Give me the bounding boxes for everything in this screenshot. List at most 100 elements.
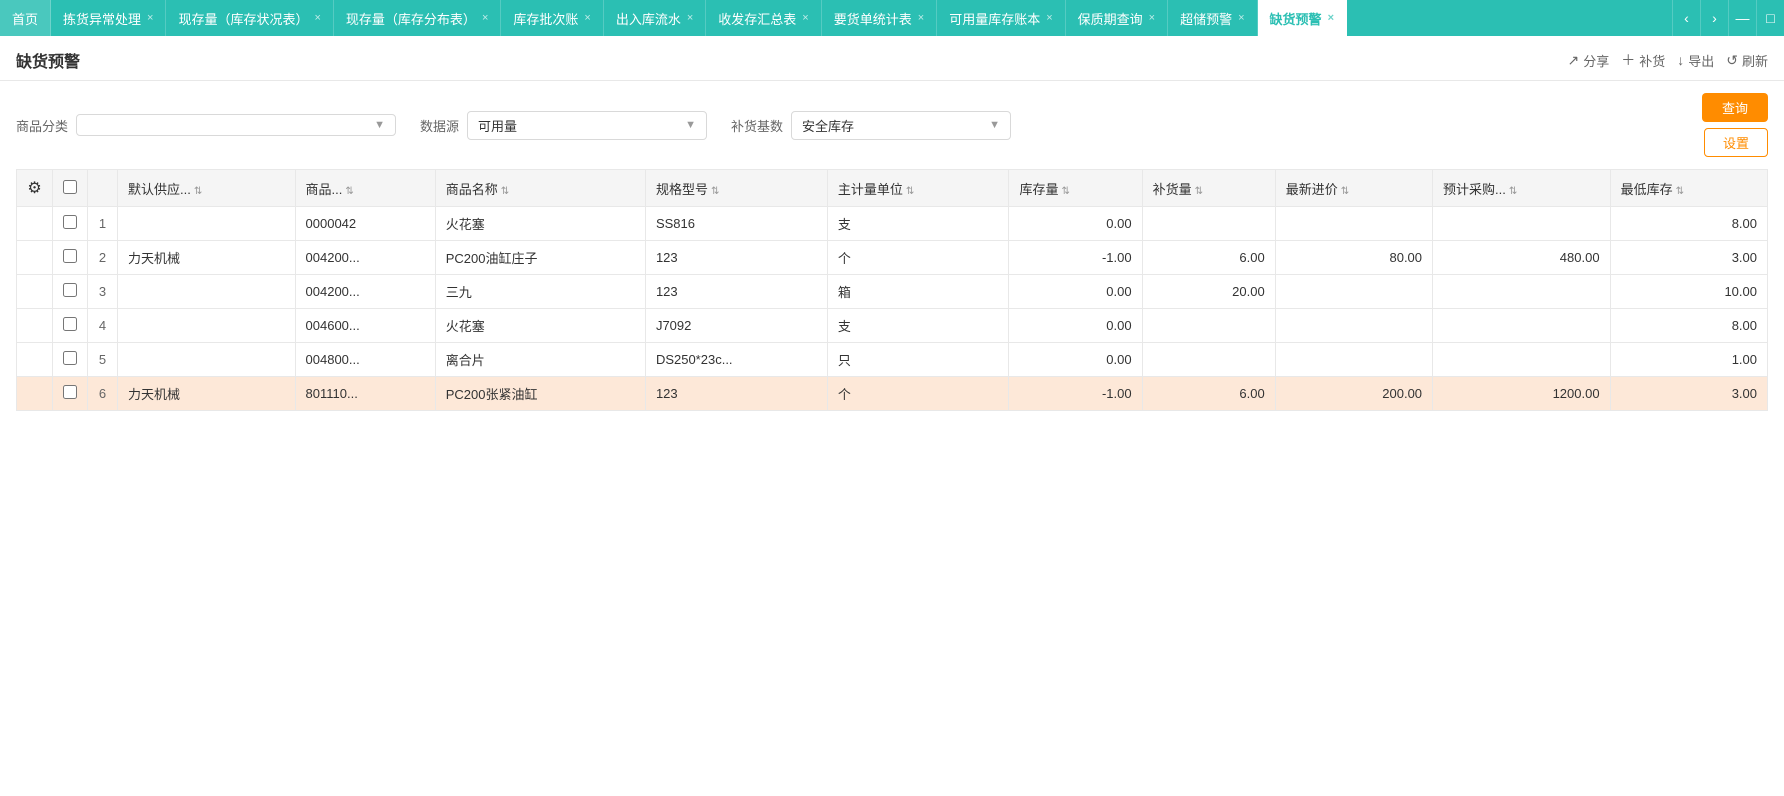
replenish-button[interactable]: ＋补货 [1621, 50, 1665, 70]
sort-icon-stock: ⇅ [1061, 186, 1069, 197]
cell-supplier: 力天机械 [118, 241, 296, 275]
cell-spec: 123 [645, 377, 827, 411]
col-header-spec[interactable]: 规格型号⇅ [645, 170, 827, 207]
tab-close-expiry-query[interactable]: × [1149, 12, 1155, 24]
cell-est_purchase [1433, 343, 1611, 377]
tab-home[interactable]: 首页 [0, 0, 51, 36]
gear-settings-icon[interactable]: ⚙ [27, 180, 41, 197]
tab-close-overstock[interactable]: × [1238, 12, 1244, 24]
row-checkbox-cell [53, 343, 88, 377]
tab-close-shortage[interactable]: × [1328, 12, 1334, 24]
tab-available-ledger[interactable]: 可用量库存账本× [937, 0, 1065, 36]
sort-icon-est_purchase: ⇅ [1509, 186, 1517, 197]
tab-close-inventory-status[interactable]: × [314, 12, 320, 24]
cell-replenish [1142, 207, 1275, 241]
row-gear-cell [17, 309, 53, 343]
row-checkbox-0[interactable] [63, 215, 77, 229]
replenish-label: 补货 [1639, 51, 1665, 70]
row-seq: 4 [88, 309, 118, 343]
tab-minimize-button[interactable]: — [1728, 0, 1756, 36]
export-button[interactable]: ↓导出 [1677, 51, 1714, 70]
col-header-est_purchase[interactable]: 预计采购...⇅ [1433, 170, 1611, 207]
cell-replenish [1142, 309, 1275, 343]
cell-supplier [118, 275, 296, 309]
col-header-replenish[interactable]: 补货量⇅ [1142, 170, 1275, 207]
filter-bar: 商品分类 ▼ 数据源 可用量 ▼ 补货基数 安全库存 ▼ 查询 设置 [0, 81, 1784, 169]
tab-maximize-button[interactable]: □ [1756, 0, 1784, 36]
tab-close-demand-stats[interactable]: × [918, 12, 924, 24]
tab-next-button[interactable]: › [1700, 0, 1728, 36]
row-seq: 1 [88, 207, 118, 241]
row-checkbox-3[interactable] [63, 317, 77, 331]
cell-latest_price [1275, 275, 1432, 309]
cell-spec: SS816 [645, 207, 827, 241]
col-header-min_stock[interactable]: 最低库存⇅ [1610, 170, 1767, 207]
cell-spec: 123 [645, 275, 827, 309]
col-header-stock[interactable]: 库存量⇅ [1009, 170, 1142, 207]
row-checkbox-5[interactable] [63, 385, 77, 399]
tab-overstock[interactable]: 超储预警× [1168, 0, 1257, 36]
cell-unit: 个 [827, 377, 1009, 411]
table-row: 6力天机械801110...PC200张紧油缸123个-1.006.00200.… [17, 377, 1768, 411]
sort-icon-name: ⇅ [501, 186, 509, 197]
row-gear-cell [17, 207, 53, 241]
tab-expiry-query[interactable]: 保质期查询× [1066, 0, 1168, 36]
filter-action-buttons: 查询 设置 [1702, 93, 1768, 157]
cell-stock: 0.00 [1009, 343, 1142, 377]
tab-close-available-ledger[interactable]: × [1046, 12, 1052, 24]
tab-inventory-dist[interactable]: 现存量（库存分布表）× [334, 0, 501, 36]
row-gear-cell [17, 377, 53, 411]
tab-close-inventory-dist[interactable]: × [482, 12, 488, 24]
category-select[interactable]: ▼ [76, 114, 396, 136]
row-checkbox-4[interactable] [63, 351, 77, 365]
row-checkbox-1[interactable] [63, 249, 77, 263]
replenish-basis-select[interactable]: 安全库存 ▼ [791, 111, 1011, 140]
settings-button[interactable]: 设置 [1704, 128, 1768, 157]
cell-stock: 0.00 [1009, 275, 1142, 309]
tab-demand-stats[interactable]: 要货单统计表× [822, 0, 937, 36]
row-gear-cell [17, 275, 53, 309]
cell-sku: 004200... [295, 275, 435, 309]
cell-name: PC200油缸庄子 [435, 241, 645, 275]
select-all-checkbox[interactable] [63, 180, 77, 194]
tab-receive-summary[interactable]: 收发存汇总表× [706, 0, 821, 36]
col-header-supplier[interactable]: 默认供应...⇅ [118, 170, 296, 207]
export-icon: ↓ [1677, 52, 1684, 68]
table-row: 3004200...三九123箱0.0020.0010.00 [17, 275, 1768, 309]
tab-inventory-status[interactable]: 现存量（库存状况表）× [166, 0, 333, 36]
query-button[interactable]: 查询 [1702, 93, 1768, 122]
tab-close-receive-summary[interactable]: × [802, 12, 808, 24]
col-header-latest_price[interactable]: 最新进价⇅ [1275, 170, 1432, 207]
col-header-sku[interactable]: 商品...⇅ [295, 170, 435, 207]
tab-close-batch-ledger[interactable]: × [584, 12, 590, 24]
tab-close-refine-exception[interactable]: × [147, 12, 153, 24]
tab-inout-flow[interactable]: 出入库流水× [604, 0, 706, 36]
cell-min_stock: 8.00 [1610, 309, 1767, 343]
col-header-unit[interactable]: 主计量单位⇅ [827, 170, 1009, 207]
refresh-button[interactable]: ↺刷新 [1726, 51, 1768, 70]
share-button[interactable]: ↗分享 [1567, 51, 1609, 70]
tab-batch-ledger[interactable]: 库存批次账× [501, 0, 603, 36]
tab-refine-exception[interactable]: 拣货异常处理× [51, 0, 166, 36]
cell-supplier [118, 207, 296, 241]
sort-icon-spec: ⇅ [711, 186, 719, 197]
row-checkbox-2[interactable] [63, 283, 77, 297]
cell-sku: 004600... [295, 309, 435, 343]
tab-close-inout-flow[interactable]: × [687, 12, 693, 24]
sort-icon-sku: ⇅ [345, 186, 353, 197]
tab-prev-button[interactable]: ‹ [1672, 0, 1700, 36]
tab-shortage[interactable]: 缺货预警× [1258, 0, 1347, 36]
row-checkbox-cell [53, 275, 88, 309]
table-row: 4004600...火花塞J7092支0.008.00 [17, 309, 1768, 343]
cell-unit: 支 [827, 309, 1009, 343]
category-chevron-icon: ▼ [374, 119, 385, 131]
datasource-select[interactable]: 可用量 ▼ [467, 111, 707, 140]
replenish-basis-filter-group: 补货基数 安全库存 ▼ [731, 111, 1011, 140]
cell-est_purchase [1433, 207, 1611, 241]
refresh-icon: ↺ [1726, 52, 1738, 69]
replenish-icon: ＋ [1621, 50, 1635, 70]
cell-sku: 0000042 [295, 207, 435, 241]
row-gear-cell [17, 343, 53, 377]
replenish-basis-select-value: 安全库存 [802, 116, 862, 135]
col-header-name[interactable]: 商品名称⇅ [435, 170, 645, 207]
